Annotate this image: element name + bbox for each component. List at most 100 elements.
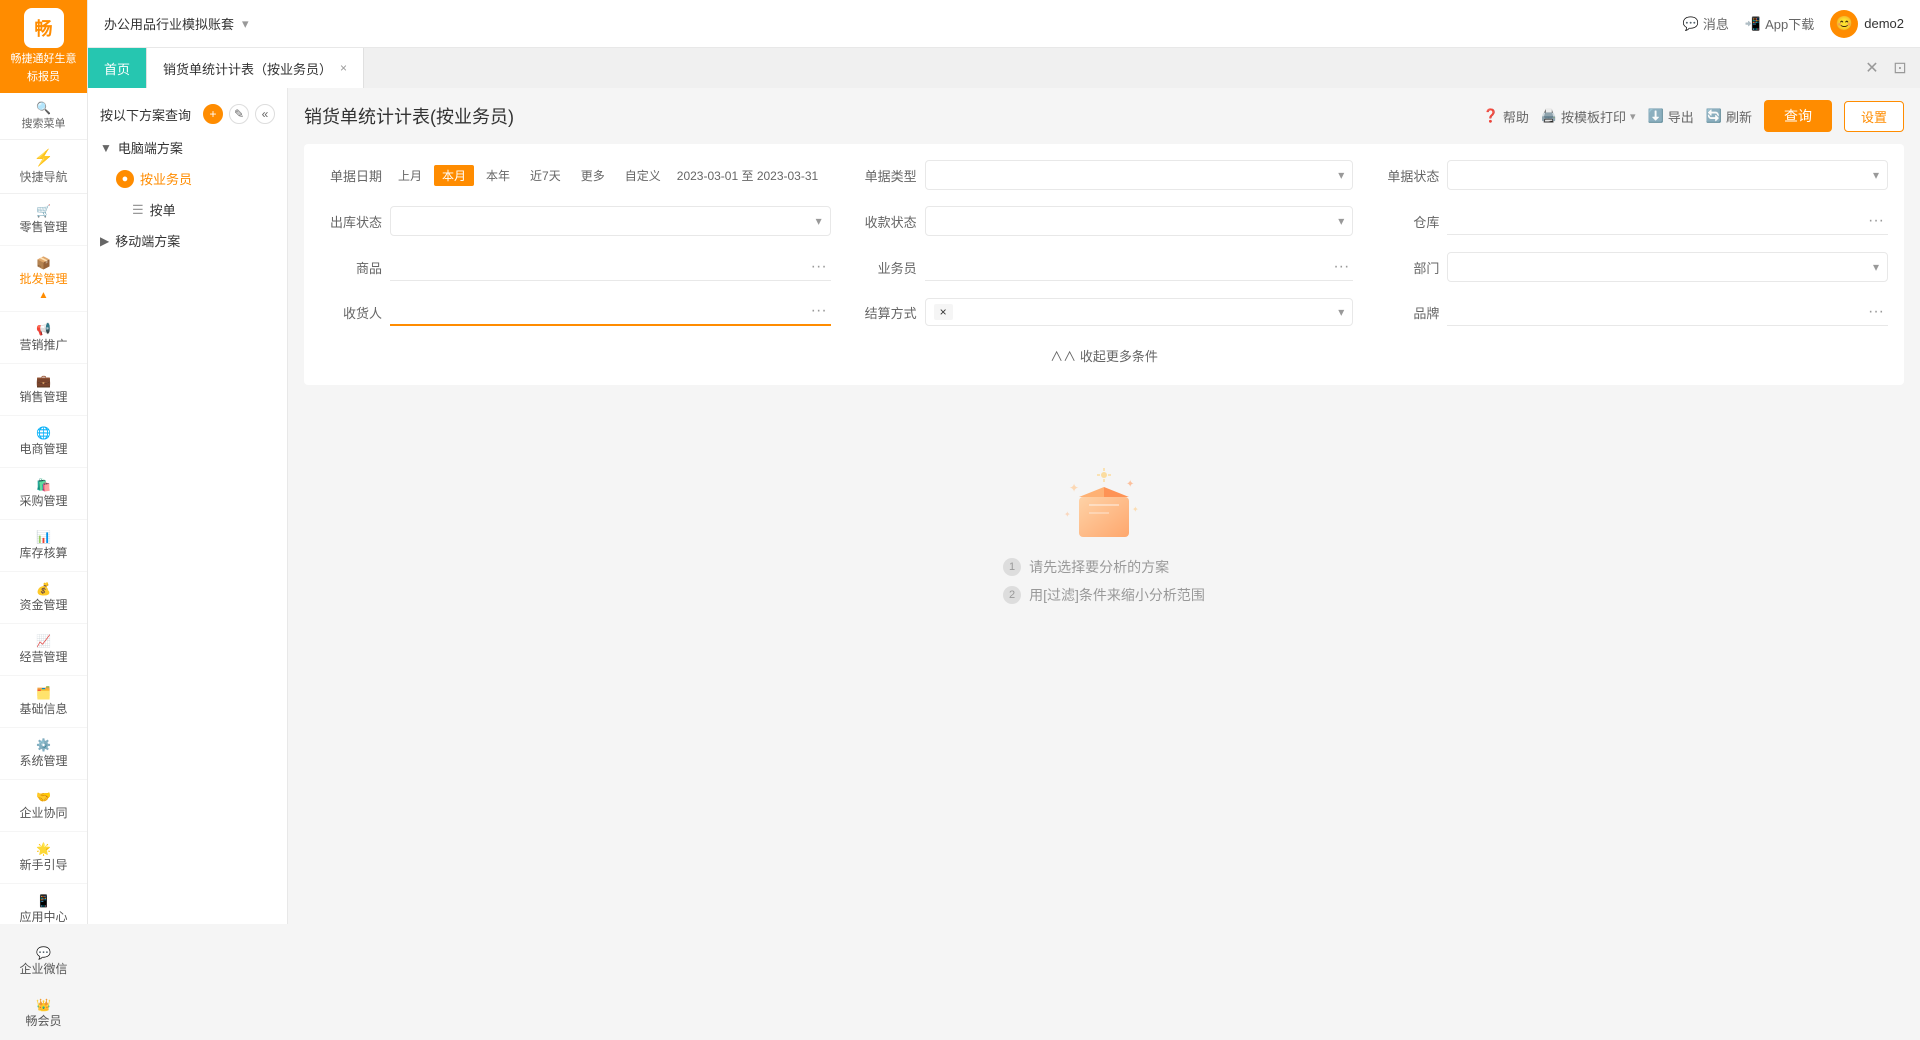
payment-tag-close[interactable]: × <box>940 305 947 319</box>
print-dropdown-icon: ▾ <box>1630 110 1636 123</box>
tip-text-2: 用[过滤]条件来缩小分析范围 <box>1029 585 1205 605</box>
tree-pc-scheme[interactable]: ▼ 电脑端方案 <box>88 132 287 163</box>
print-btn[interactable]: 🖨️ 按模板打印 ▾ <box>1541 107 1636 126</box>
payment-arrow: ▾ <box>1338 305 1344 319</box>
sidebar-item-member[interactable]: 👑 畅会员 <box>0 988 87 1040</box>
system-label: 系统管理 <box>4 752 83 769</box>
sidebar-item-inventory[interactable]: 📊 库存核算 <box>0 520 87 572</box>
collapse-label: 收起更多条件 <box>1080 349 1158 364</box>
edit-icon: ✎ <box>234 107 244 121</box>
sidebar-item-system[interactable]: ⚙️ 系统管理 <box>0 728 87 780</box>
brand-cell: 品牌 ··· <box>1365 294 1888 330</box>
right-panel: 销货单统计计表(按业务员) ❓ 帮助 🖨️ 按模板打印 ▾ ⬇️ 导出 <box>288 88 1920 924</box>
add-scheme-btn[interactable]: + <box>203 104 223 124</box>
tree-sales-person-label: 按业务员 <box>140 169 192 188</box>
export-icon: ⬇️ <box>1648 108 1664 124</box>
message-btn[interactable]: 💬 消息 <box>1683 14 1729 33</box>
date-this-month-btn[interactable]: 本月 <box>434 165 474 186</box>
marketing-label: 营销推广 <box>4 336 83 353</box>
out-status-select[interactable]: ▾ <box>390 206 831 236</box>
sidebar-item-app[interactable]: 📱 应用中心 <box>0 884 87 936</box>
consignee-input[interactable]: ··· <box>390 298 831 326</box>
date-last-month-btn[interactable]: 上月 <box>390 165 430 186</box>
doc-status-select[interactable]: ▾ <box>1447 160 1888 190</box>
order-icon: ☰ <box>132 202 144 218</box>
refresh-btn[interactable]: 🔄 刷新 <box>1706 107 1752 126</box>
sidebar-item-collab[interactable]: 🤝 企业协同 <box>0 780 87 832</box>
help-label: 帮助 <box>1503 107 1529 126</box>
topbar-right: 💬 消息 📲 App下载 😊 demo2 <box>1683 10 1904 38</box>
warehouse-input[interactable]: ··· <box>1447 207 1888 235</box>
sidebar-item-wholesale[interactable]: 📦 批发管理 ▲ <box>0 246 87 312</box>
export-btn[interactable]: ⬇️ 导出 <box>1648 107 1694 126</box>
sidebar-item-ecommerce[interactable]: 🌐 电商管理 <box>0 416 87 468</box>
sidebar-search[interactable]: 🔍 搜索菜单 <box>0 93 87 140</box>
goods-input[interactable]: ··· <box>390 253 831 281</box>
collapse-bar[interactable]: ∧∧ 收起更多条件 <box>320 338 1888 373</box>
date-more-btn[interactable]: 更多 <box>573 165 613 186</box>
out-status-cell: 出库状态 ▾ <box>320 202 843 240</box>
dept-arrow: ▾ <box>1873 260 1879 274</box>
brand-input[interactable]: ··· <box>1447 298 1888 326</box>
settings-button[interactable]: 设置 <box>1844 101 1904 132</box>
sidebar-item-retail[interactable]: 🛒 零售管理 <box>0 194 87 246</box>
sidebar-item-basic[interactable]: 🗂️ 基础信息 <box>0 676 87 728</box>
sidebar-item-newbie[interactable]: 🌟 新手引导 <box>0 832 87 884</box>
tab-sales-report[interactable]: 销货单统计计表（按业务员） × <box>147 48 364 88</box>
tree-badge-icon: ● <box>122 173 129 185</box>
topbar-dropdown-icon[interactable]: ▾ <box>242 16 249 32</box>
dept-select[interactable]: ▾ <box>1447 252 1888 282</box>
app-download-label: App下载 <box>1765 14 1814 33</box>
salesperson-input[interactable]: ··· <box>925 253 1354 281</box>
user-area[interactable]: 😊 demo2 <box>1830 10 1904 38</box>
message-label: 消息 <box>1703 14 1729 33</box>
help-btn[interactable]: ❓ 帮助 <box>1483 107 1529 126</box>
panel-title-text: 销货单统计计表(按业务员) <box>304 103 514 129</box>
sidebar-item-marketing[interactable]: 📢 营销推广 <box>0 312 87 364</box>
tip-item-1: 1 请先选择要分析的方案 <box>1003 557 1205 577</box>
doc-type-select[interactable]: ▾ <box>925 160 1354 190</box>
tab-home[interactable]: 首页 <box>88 48 147 88</box>
sidebar-quick[interactable]: ⚡ 快捷导航 <box>0 140 87 194</box>
goods-cell: 商品 ··· <box>320 248 843 286</box>
tree-badge: ● <box>116 170 134 188</box>
marketing-icon: 📢 <box>4 322 83 336</box>
print-icon: 🖨️ <box>1541 108 1557 124</box>
query-label: 查询 <box>1784 108 1812 124</box>
date-custom-btn[interactable]: 自定义 <box>617 165 669 186</box>
filter-row-1: 单据日期 上月 本月 本年 近7天 更多 自定义 2023-03-01 至 20… <box>320 156 1888 194</box>
sidebar-item-operations[interactable]: 📈 经营管理 <box>0 624 87 676</box>
sidebar-item-purchase[interactable]: 🛍️ 采购管理 <box>0 468 87 520</box>
consignee-cell: 收货人 ··· <box>320 294 843 330</box>
edit-scheme-btn[interactable]: ✎ <box>229 104 249 124</box>
retail-label: 零售管理 <box>4 218 83 235</box>
out-status-arrow: ▾ <box>816 214 822 228</box>
app-download-btn[interactable]: 📲 App下载 <box>1745 14 1814 33</box>
window-maximize-btn[interactable]: ⊡ <box>1888 56 1912 80</box>
tree-mobile-expand-icon: ▶ <box>100 234 109 248</box>
tree-by-order[interactable]: ☰ 按单 <box>88 194 287 225</box>
sidebar-logo[interactable]: 畅 畅捷通好生意 标报员 <box>0 0 87 93</box>
query-button[interactable]: 查询 <box>1764 100 1832 132</box>
left-panel-header-label: 按以下方案查询 <box>100 105 191 124</box>
tab-close-icon[interactable]: × <box>340 61 347 75</box>
date-last7-btn[interactable]: 近7天 <box>522 165 569 186</box>
quick-nav-label: 快捷导航 <box>4 168 83 185</box>
date-this-year-btn[interactable]: 本年 <box>478 165 518 186</box>
sidebar-item-wechat[interactable]: 💬 企业微信 <box>0 936 87 988</box>
receipt-status-label: 收款状态 <box>855 212 925 231</box>
tree-sales-person[interactable]: ● 按业务员 <box>88 163 287 194</box>
payment-select[interactable]: × ▾ <box>925 298 1354 326</box>
consignee-dots: ··· <box>811 302 827 320</box>
salesperson-dots: ··· <box>1333 258 1349 276</box>
sidebar-item-sales[interactable]: 💼 销售管理 <box>0 364 87 416</box>
brand-dots: ··· <box>1868 303 1884 321</box>
sidebar-item-finance[interactable]: 💰 资金管理 <box>0 572 87 624</box>
tree-mobile-scheme[interactable]: ▶ 移动端方案 <box>88 225 287 256</box>
collapse-panel-btn[interactable]: « <box>255 104 275 124</box>
inventory-label: 库存核算 <box>4 544 83 561</box>
doc-type-filter-cell: 单据类型 ▾ <box>843 156 1366 194</box>
receipt-status-select[interactable]: ▾ <box>925 206 1354 236</box>
warehouse-cell: 仓库 ··· <box>1365 202 1888 240</box>
window-close-btn[interactable]: ✕ <box>1860 56 1884 80</box>
